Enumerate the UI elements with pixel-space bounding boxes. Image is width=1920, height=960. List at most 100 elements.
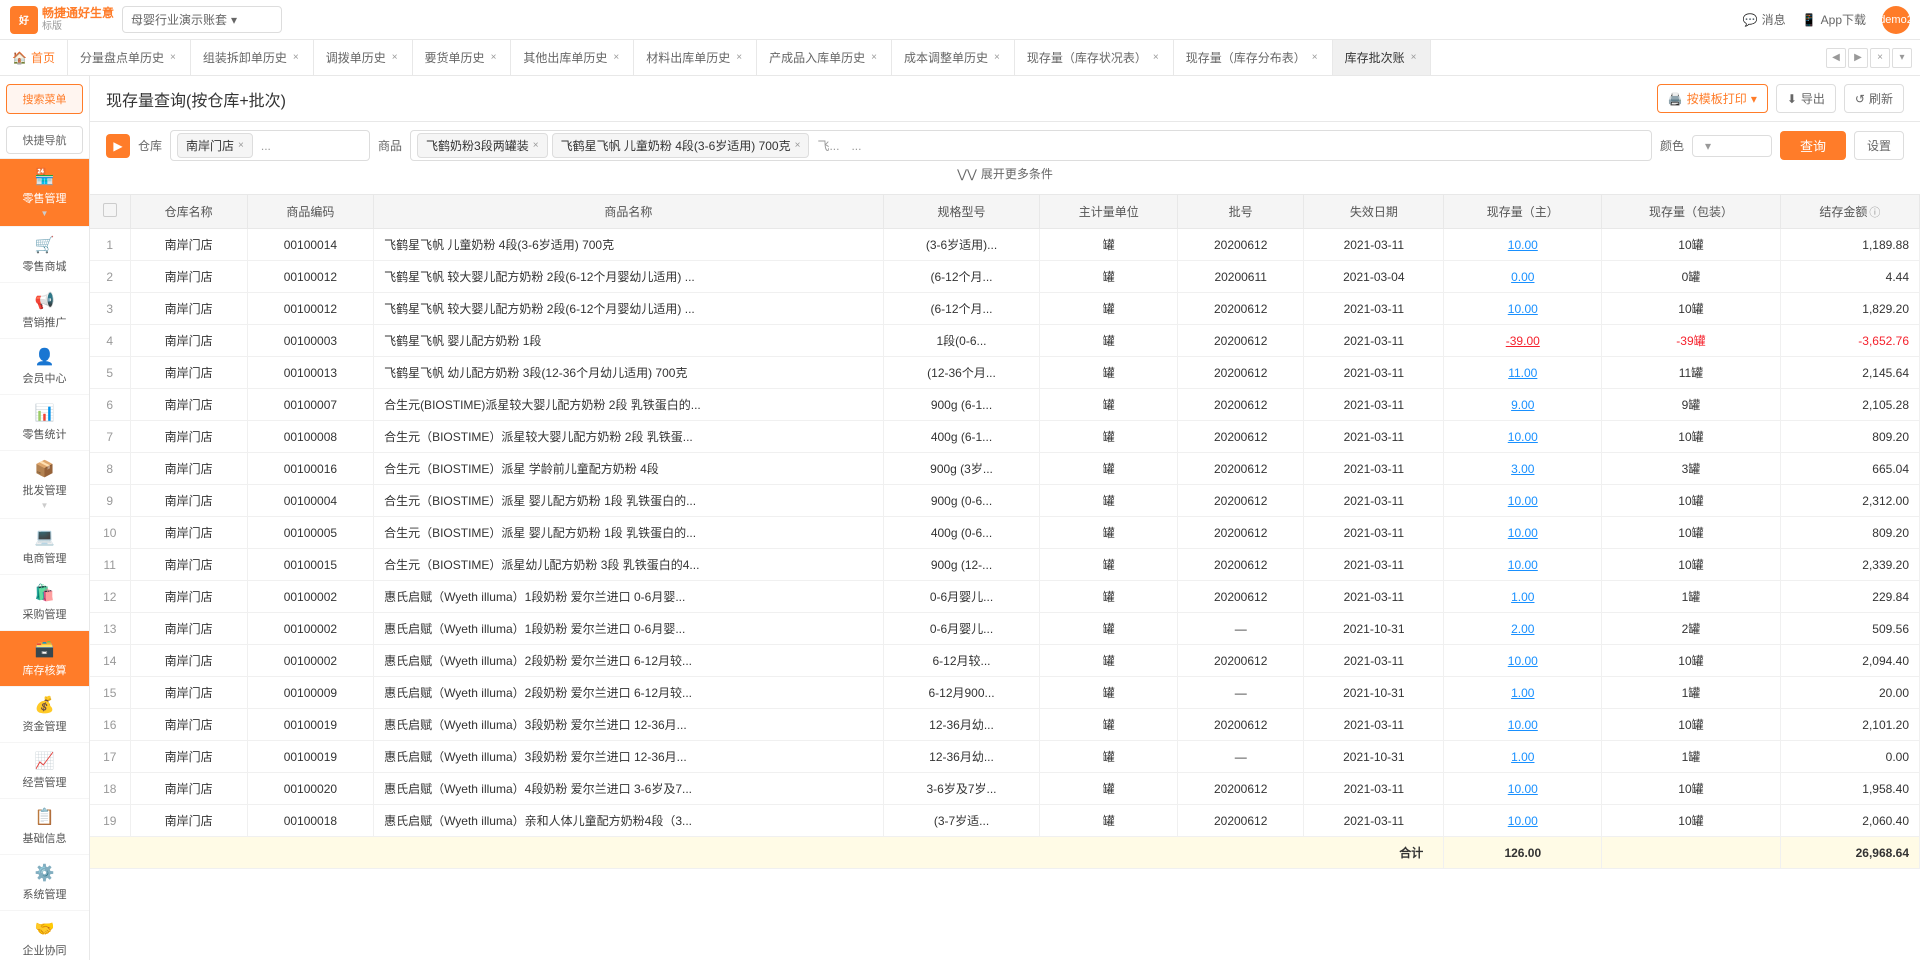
row-qty-pkg: 10罐 <box>1602 229 1780 261</box>
sidebar-item-system[interactable]: ⚙️ 系统管理 <box>0 855 89 911</box>
row-expire: 2021-10-31 <box>1304 677 1444 709</box>
row-qty-main[interactable]: 1.00 <box>1444 741 1602 773</box>
row-qty-main[interactable]: 9.00 <box>1444 389 1602 421</box>
row-qty-main[interactable]: 0.00 <box>1444 261 1602 293</box>
warehouse-tag-close-icon[interactable]: × <box>238 140 244 151</box>
row-expire: 2021-03-11 <box>1304 389 1444 421</box>
sidebar-item-inventory[interactable]: 🗃️ 库存核算 <box>0 631 89 687</box>
app-download-action[interactable]: 📱 App下载 <box>1802 11 1866 28</box>
row-batch: 20200612 <box>1178 325 1304 357</box>
col-expire-header: 失效日期 <box>1304 195 1444 229</box>
row-qty-main[interactable]: 10.00 <box>1444 229 1602 261</box>
print-icon: 🖨️ <box>1668 92 1683 106</box>
amount-info-icon[interactable]: ⓘ <box>1869 207 1880 219</box>
nav-prev-icon[interactable]: ◀ <box>1826 48 1846 68</box>
tab-diao-bo[interactable]: 调拨单历史 × <box>314 40 413 76</box>
account-selector[interactable]: 母婴行业演示账套 ▾ <box>122 6 282 33</box>
tab-cost-adjust[interactable]: 成本调整单历史 × <box>892 40 1015 76</box>
sidebar-item-ops[interactable]: 📈 经营管理 <box>0 743 89 799</box>
product-tag-2-close-icon[interactable]: × <box>795 140 801 151</box>
filter-toggle-button[interactable]: ▶ <box>106 134 130 158</box>
print-button[interactable]: 🖨️ 按模板打印 ▾ <box>1657 84 1768 113</box>
sidebar-item-retail-shop[interactable]: 🛒 零售商城 <box>0 227 89 283</box>
sidebar-item-member[interactable]: 👤 会员中心 <box>0 339 89 395</box>
close-icon[interactable]: × <box>168 51 178 64</box>
close-icon[interactable]: × <box>1409 51 1419 64</box>
sidebar-item-marketing-label: 营销推广 <box>23 314 67 330</box>
row-name: 惠氏启赋（Wyeth illuma）3段奶粉 爱尔兰进口 12-36月... <box>374 741 884 773</box>
sidebar-item-finance[interactable]: 💰 资金管理 <box>0 687 89 743</box>
close-icon[interactable]: × <box>291 51 301 64</box>
row-warehouse: 南岸门店 <box>130 421 247 453</box>
table-row: 12 南岸门店 00100002 惠氏启赋（Wyeth illuma）1段奶粉 … <box>90 581 1920 613</box>
refresh-button[interactable]: ↺ 刷新 <box>1844 84 1904 113</box>
row-qty-main[interactable]: 10.00 <box>1444 773 1602 805</box>
row-unit: 罐 <box>1040 517 1178 549</box>
tab-stock-status[interactable]: 现存量（库存状况表） × <box>1015 40 1174 76</box>
sidebar-item-enterprise-coop[interactable]: 🤝 企业协同 <box>0 911 89 960</box>
settings-button[interactable]: 设置 <box>1854 131 1904 160</box>
nav-next-icon[interactable]: ▶ <box>1848 48 1868 68</box>
product-filter-input[interactable]: 飞鹤奶粉3段两罐装 × 飞鹤星飞帆 儿童奶粉 4段(3-6岁适用) 700克 ×… <box>410 130 1652 161</box>
row-qty-main[interactable]: 10.00 <box>1444 805 1602 837</box>
table-row: 1 南岸门店 00100014 飞鹤星飞帆 儿童奶粉 4段(3-6岁适用) 70… <box>90 229 1920 261</box>
sidebar-nav-area: 快捷导航 <box>0 122 89 159</box>
tab-batch-account[interactable]: 库存批次账 × <box>1333 40 1432 76</box>
sidebar-item-purchase[interactable]: 🛍️ 采购管理 <box>0 575 89 631</box>
sidebar-item-wholesale[interactable]: 📦 批发管理 ▼ <box>0 451 89 519</box>
warehouse-filter-input[interactable]: 南岸门店 × ... <box>170 130 370 161</box>
row-qty-main[interactable]: 10.00 <box>1444 421 1602 453</box>
tab-stock-dist[interactable]: 现存量（库存分布表） × <box>1174 40 1333 76</box>
row-qty-main[interactable]: 10.00 <box>1444 293 1602 325</box>
search-button[interactable]: 查询 <box>1780 131 1846 160</box>
user-action[interactable]: demo2 <box>1882 6 1910 34</box>
row-qty-main[interactable]: 10.00 <box>1444 517 1602 549</box>
message-action[interactable]: 💬 消息 <box>1743 11 1786 28</box>
product-tag-1-close-icon[interactable]: × <box>533 140 539 151</box>
close-icon[interactable]: × <box>489 51 499 64</box>
tab-material-out[interactable]: 材料出库单历史 × <box>634 40 757 76</box>
shortcut-nav-button[interactable]: 快捷导航 <box>6 126 83 154</box>
color-dropdown-chevron-icon: ▾ <box>1705 139 1711 153</box>
tab-fen-pan[interactable]: 分量盘点单历史 × <box>68 40 191 76</box>
row-qty-main[interactable]: -39.00 <box>1444 325 1602 357</box>
close-icon[interactable]: × <box>734 51 744 64</box>
row-qty-main[interactable]: 11.00 <box>1444 357 1602 389</box>
color-filter-dropdown[interactable]: ▾ <box>1692 135 1772 157</box>
close-icon[interactable]: × <box>611 51 621 64</box>
row-qty-main[interactable]: 10.00 <box>1444 549 1602 581</box>
close-icon[interactable]: × <box>992 51 1002 64</box>
expand-more-button[interactable]: ⋁⋁ 展开更多条件 <box>106 161 1904 186</box>
tab-yao-huo[interactable]: 要货单历史 × <box>413 40 512 76</box>
tab-zu-chai[interactable]: 组装拆卸单历史 × <box>191 40 314 76</box>
sidebar-item-retail-stats[interactable]: 📊 零售统计 <box>0 395 89 451</box>
tab-other-out[interactable]: 其他出库单历史 × <box>511 40 634 76</box>
tab-fen-pan-label: 分量盘点单历史 <box>80 49 164 66</box>
row-qty-main[interactable]: 3.00 <box>1444 453 1602 485</box>
row-qty-main[interactable]: 10.00 <box>1444 709 1602 741</box>
sidebar-item-basic-info[interactable]: 📋 基础信息 <box>0 799 89 855</box>
row-qty-main[interactable]: 1.00 <box>1444 581 1602 613</box>
row-code: 00100012 <box>247 293 373 325</box>
close-icon[interactable]: × <box>1310 51 1320 64</box>
row-spec: 900g (3岁... <box>883 453 1040 485</box>
close-icon[interactable]: × <box>1151 51 1161 64</box>
row-qty-main[interactable]: 10.00 <box>1444 645 1602 677</box>
sidebar-item-ecommerce[interactable]: 💻 电商管理 <box>0 519 89 575</box>
close-icon[interactable]: × <box>390 51 400 64</box>
export-button[interactable]: ⬇ 导出 <box>1776 84 1836 113</box>
search-menu-button[interactable]: 搜索菜单 <box>6 84 83 114</box>
header-checkbox[interactable] <box>103 203 117 217</box>
sidebar-item-basic-info-label: 基础信息 <box>23 830 67 846</box>
sidebar-item-retail-mgmt[interactable]: 🏪 零售管理 ▼ <box>0 159 89 227</box>
row-qty-main[interactable]: 2.00 <box>1444 613 1602 645</box>
row-qty-main[interactable]: 10.00 <box>1444 485 1602 517</box>
tab-product-in[interactable]: 产成品入库单历史 × <box>757 40 892 76</box>
sidebar-item-marketing[interactable]: 📢 营销推广 <box>0 283 89 339</box>
nav-menu-icon[interactable]: ▾ <box>1892 48 1912 68</box>
nav-close-icon[interactable]: × <box>1870 48 1890 68</box>
close-icon[interactable]: × <box>869 51 879 64</box>
tab-home[interactable]: 🏠 首页 <box>0 40 68 76</box>
row-num: 8 <box>90 453 130 485</box>
row-qty-main[interactable]: 1.00 <box>1444 677 1602 709</box>
